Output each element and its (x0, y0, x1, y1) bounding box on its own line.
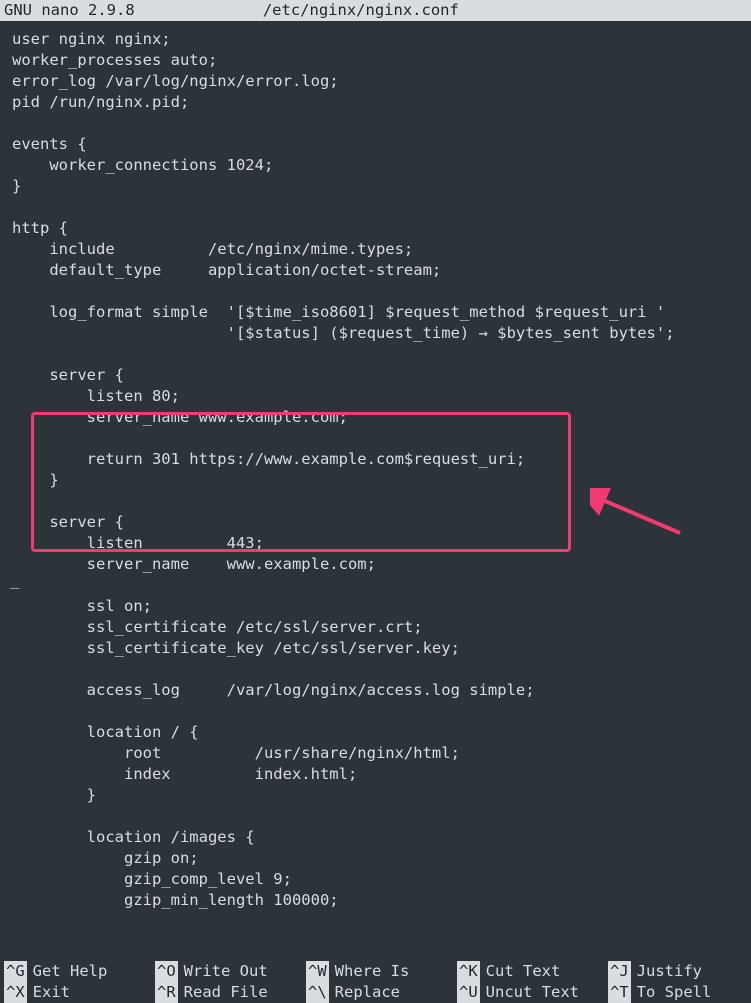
shortcut-get-help[interactable]: ^G Get Help (4, 961, 151, 982)
shortcut-label: Read File (184, 982, 268, 1003)
shortcut-bar: ^G Get Help ^O Write Out ^W Where Is ^K Cut … (0, 961, 751, 1003)
app-name: GNU nano 2.9.8 (4, 0, 135, 21)
key-label: ^R (155, 982, 178, 1003)
shortcut-label: To Spell (637, 982, 712, 1003)
shortcut-exit[interactable]: ^X Exit (4, 982, 151, 1003)
shortcut-label: Write Out (184, 961, 268, 982)
title-bar: GNU nano 2.9.8 /etc/nginx/nginx.conf (0, 0, 751, 21)
key-label: ^O (155, 961, 178, 982)
shortcut-label: Get Help (33, 961, 108, 982)
key-label: ^G (4, 961, 27, 982)
shortcut-write-out[interactable]: ^O Write Out (155, 961, 302, 982)
key-label: ^K (457, 961, 480, 982)
key-label: ^\ (306, 982, 329, 1003)
shortcut-where-is[interactable]: ^W Where Is (306, 961, 453, 982)
shortcut-label: Justify (637, 961, 702, 982)
shortcut-cut-text[interactable]: ^K Cut Text (457, 961, 604, 982)
shortcut-to-spell[interactable]: ^T To Spell (608, 982, 751, 1003)
shortcut-label: Replace (335, 982, 400, 1003)
key-label: ^J (608, 961, 631, 982)
shortcut-read-file[interactable]: ^R Read File (155, 982, 302, 1003)
edit-mark: _ (10, 570, 19, 591)
key-label: ^T (608, 982, 631, 1003)
editor-content[interactable]: user nginx nginx; worker_processes auto;… (0, 21, 751, 911)
key-label: ^W (306, 961, 329, 982)
key-label: ^U (457, 982, 480, 1003)
file-name: /etc/nginx/nginx.conf (135, 0, 747, 21)
shortcut-justify[interactable]: ^J Justify (608, 961, 751, 982)
shortcut-replace[interactable]: ^\ Replace (306, 982, 453, 1003)
shortcut-uncut-text[interactable]: ^U Uncut Text (457, 982, 604, 1003)
shortcut-label: Uncut Text (486, 982, 579, 1003)
key-label: ^X (4, 982, 27, 1003)
shortcut-label: Where Is (335, 961, 410, 982)
shortcut-label: Exit (33, 982, 70, 1003)
shortcut-label: Cut Text (486, 961, 561, 982)
